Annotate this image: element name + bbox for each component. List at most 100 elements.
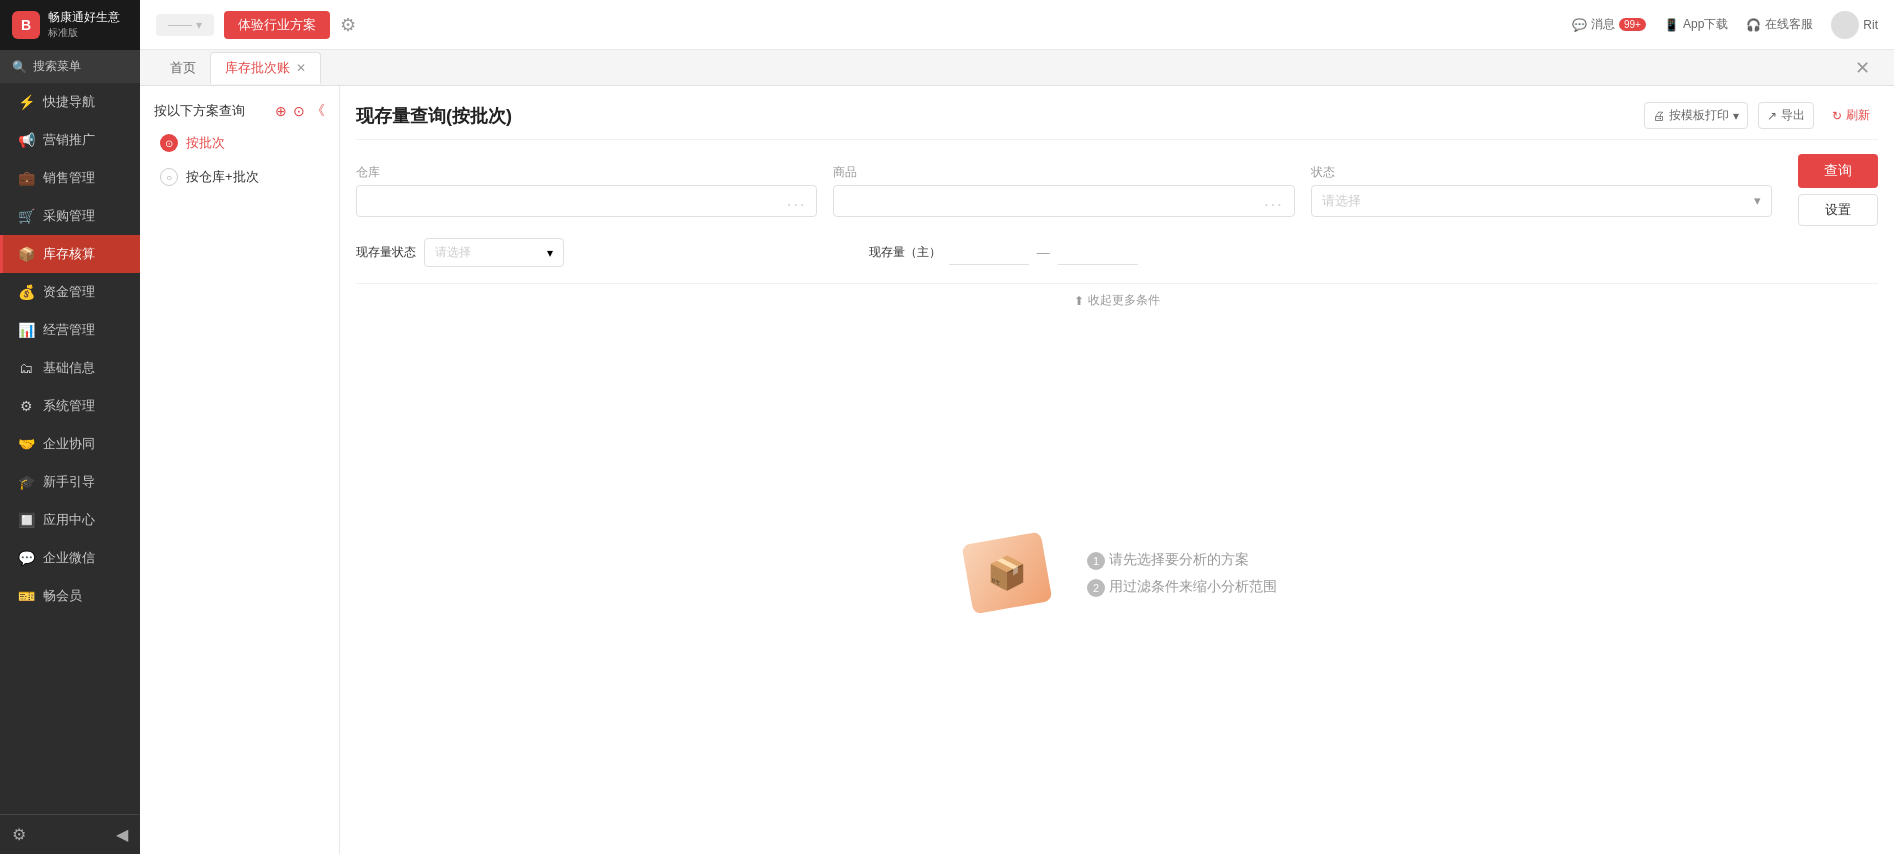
scheme-by-batch[interactable]: ⊙ 按批次 — [140, 126, 339, 160]
empty-icon: 📦 — [957, 528, 1057, 628]
online-service-item[interactable]: 🎧 在线客服 — [1746, 16, 1813, 33]
sidebar-item-marketing[interactable]: 📢 营销推广 — [0, 121, 140, 159]
action-buttons: 查询 设置 — [1798, 154, 1878, 226]
inventory-icon: 📦 — [17, 246, 35, 262]
app-download-item[interactable]: 📱 App下载 — [1664, 16, 1728, 33]
export-icon: ↗ — [1767, 109, 1777, 123]
collapse-panel-icon[interactable]: 《 — [311, 102, 325, 120]
filter-row-2: 现存量状态 请选择 ▾ 现存量（主） — — [356, 238, 1878, 267]
warehouse-input[interactable]: ... — [356, 185, 817, 217]
filter-product: 商品 ... — [833, 164, 1294, 217]
purchase-icon: 🛒 — [17, 208, 35, 224]
print-icon: 🖨 — [1653, 109, 1665, 123]
app-version: 标准版 — [48, 26, 120, 40]
member-icon: 🎫 — [17, 588, 35, 604]
sales-icon: 💼 — [17, 170, 35, 186]
main-area: —— ▾ 体验行业方案 ⚙ 💬 消息 99+ 📱 App下载 🎧 在线客服 — [140, 0, 1894, 854]
settings-button[interactable]: 设置 — [1798, 194, 1878, 226]
sidebar-nav: ⚡ 快捷导航 📢 营销推广 💼 销售管理 🛒 采购管理 📦 库存核算 💰 资金管… — [0, 83, 140, 814]
filter-row-1: 仓库 ... 商品 ... 状态 请选择 — [356, 154, 1878, 226]
search-icon: 🔍 — [12, 60, 27, 74]
sidebar-item-basic[interactable]: 🗂 基础信息 — [0, 349, 140, 387]
sidebar-footer: ⚙ ◀ — [0, 814, 140, 854]
tabs-bar: 首页 库存批次账 ✕ ✕ — [140, 50, 1894, 86]
basic-icon: 🗂 — [17, 360, 35, 376]
stock-status-select[interactable]: 请选择 ▾ — [424, 238, 564, 267]
sidebar-item-member[interactable]: 🎫 畅会员 — [0, 577, 140, 615]
stock-qty-max-input[interactable] — [1058, 241, 1138, 265]
gear-icon[interactable]: ⚙ — [340, 14, 356, 36]
stock-qty-min-input[interactable] — [949, 241, 1029, 265]
print-by-template-button[interactable]: 🖨 按模板打印 ▾ — [1644, 102, 1748, 129]
refresh-icon: ↻ — [1832, 109, 1842, 123]
sidebar-item-system[interactable]: ⚙ 系统管理 — [0, 387, 140, 425]
tab-home[interactable]: 首页 — [156, 53, 210, 83]
sidebar-item-operations[interactable]: 📊 经营管理 — [0, 311, 140, 349]
system-icon: ⚙ — [17, 398, 35, 414]
refresh-button[interactable]: ↻ 刷新 — [1824, 103, 1878, 128]
active-scheme-dot: ⊙ — [160, 134, 178, 152]
user-profile-item[interactable]: Rit — [1831, 11, 1878, 39]
sidebar-item-quick-nav[interactable]: ⚡ 快捷导航 — [0, 83, 140, 121]
sidebar-item-newuser[interactable]: 🎓 新手引导 — [0, 463, 140, 501]
filter-stock-qty: 现存量（主） — — [869, 241, 1366, 265]
breadcrumb: —— ▾ — [156, 14, 214, 36]
tab-close-panel-icon[interactable]: ✕ — [1847, 57, 1878, 79]
enterprise-icon: 🤝 — [17, 436, 35, 452]
sidebar-item-enterprise[interactable]: 🤝 企业协同 — [0, 425, 140, 463]
app-logo: B — [12, 11, 40, 39]
app-company: 畅康通好生意 — [48, 10, 120, 26]
product-input[interactable]: ... — [833, 185, 1294, 217]
marketing-icon: 📢 — [17, 132, 35, 148]
empty-state: 📦 1 请先选择要分析的方案 2 用过滤条件来缩小分析范围 — [356, 317, 1878, 838]
newuser-icon: 🎓 — [17, 474, 35, 490]
filter-status: 状态 请选择 ▾ — [1311, 164, 1772, 217]
warehouse-dots-icon: ... — [787, 192, 806, 210]
query-button[interactable]: 查询 — [1798, 154, 1878, 188]
template-chevron-icon: ▾ — [1733, 109, 1739, 123]
user-avatar — [1831, 11, 1859, 39]
message-badge: 99+ — [1619, 18, 1646, 31]
stock-status-chevron-icon: ▾ — [547, 246, 553, 260]
breadcrumb-text: —— — [168, 18, 192, 32]
topbar-right: 💬 消息 99+ 📱 App下载 🎧 在线客服 Rit — [1572, 11, 1878, 39]
tab-close-icon[interactable]: ✕ — [296, 61, 306, 75]
apps-icon: 🔲 — [17, 512, 35, 528]
sidebar-search[interactable]: 🔍 搜索菜单 — [0, 50, 140, 83]
operations-icon: 📊 — [17, 322, 35, 338]
industry-solution-button[interactable]: 体验行业方案 — [224, 11, 330, 39]
quick-nav-icon: ⚡ — [17, 94, 35, 110]
sidebar-item-sales[interactable]: 💼 销售管理 — [0, 159, 140, 197]
sidebar-item-inventory[interactable]: 📦 库存核算 — [0, 235, 140, 273]
page-title-bar: 现存量查询(按批次) 🖨 按模板打印 ▾ ↗ 导出 ↻ 刷新 — [356, 102, 1878, 140]
collapse-sidebar-icon[interactable]: ◀ — [116, 825, 128, 844]
weixin-icon: 💬 — [17, 550, 35, 566]
sidebar-item-purchase[interactable]: 🛒 采购管理 — [0, 197, 140, 235]
sidebar-item-finance[interactable]: 💰 资金管理 — [0, 273, 140, 311]
collapse-bar[interactable]: ⬆ 收起更多条件 — [356, 283, 1878, 317]
scheme-settings-icon[interactable]: ⊙ — [293, 103, 305, 119]
tab-inventory-batch[interactable]: 库存批次账 ✕ — [210, 52, 321, 84]
product-dots-icon: ... — [1264, 192, 1283, 210]
page-content: 按以下方案查询 ⊕ ⊙ 《 ⊙ 按批次 ○ 按仓库+批次 现存量查询(按批次) — [140, 86, 1894, 854]
breadcrumb-chevron-icon: ▾ — [196, 18, 202, 32]
status-select[interactable]: 请选择 ▾ — [1311, 185, 1772, 217]
add-scheme-button[interactable]: ⊕ — [275, 103, 287, 119]
scheme-by-warehouse-batch[interactable]: ○ 按仓库+批次 — [140, 160, 339, 194]
empty-text: 1 请先选择要分析的方案 2 用过滤条件来缩小分析范围 — [1087, 551, 1277, 605]
messages-item[interactable]: 💬 消息 99+ — [1572, 16, 1646, 33]
phone-icon: 📱 — [1664, 18, 1679, 32]
headset-icon: 🎧 — [1746, 18, 1761, 32]
left-panel-header: 按以下方案查询 ⊕ ⊙ 《 — [140, 96, 339, 126]
sidebar-item-weixin[interactable]: 💬 企业微信 — [0, 539, 140, 577]
hint-num-2: 2 — [1087, 579, 1105, 597]
sidebar-item-apps[interactable]: 🔲 应用中心 — [0, 501, 140, 539]
left-panel: 按以下方案查询 ⊕ ⊙ 《 ⊙ 按批次 ○ 按仓库+批次 — [140, 86, 340, 854]
export-button[interactable]: ↗ 导出 — [1758, 102, 1814, 129]
topbar-left: —— ▾ 体验行业方案 ⚙ — [156, 11, 356, 39]
inactive-scheme-dot: ○ — [160, 168, 178, 186]
topbar: —— ▾ 体验行业方案 ⚙ 💬 消息 99+ 📱 App下载 🎧 在线客服 — [140, 0, 1894, 50]
left-panel-actions: ⊕ ⊙ 《 — [275, 102, 325, 120]
collapse-up-icon: ⬆ — [1074, 294, 1084, 308]
settings-footer-icon[interactable]: ⚙ — [12, 825, 26, 844]
